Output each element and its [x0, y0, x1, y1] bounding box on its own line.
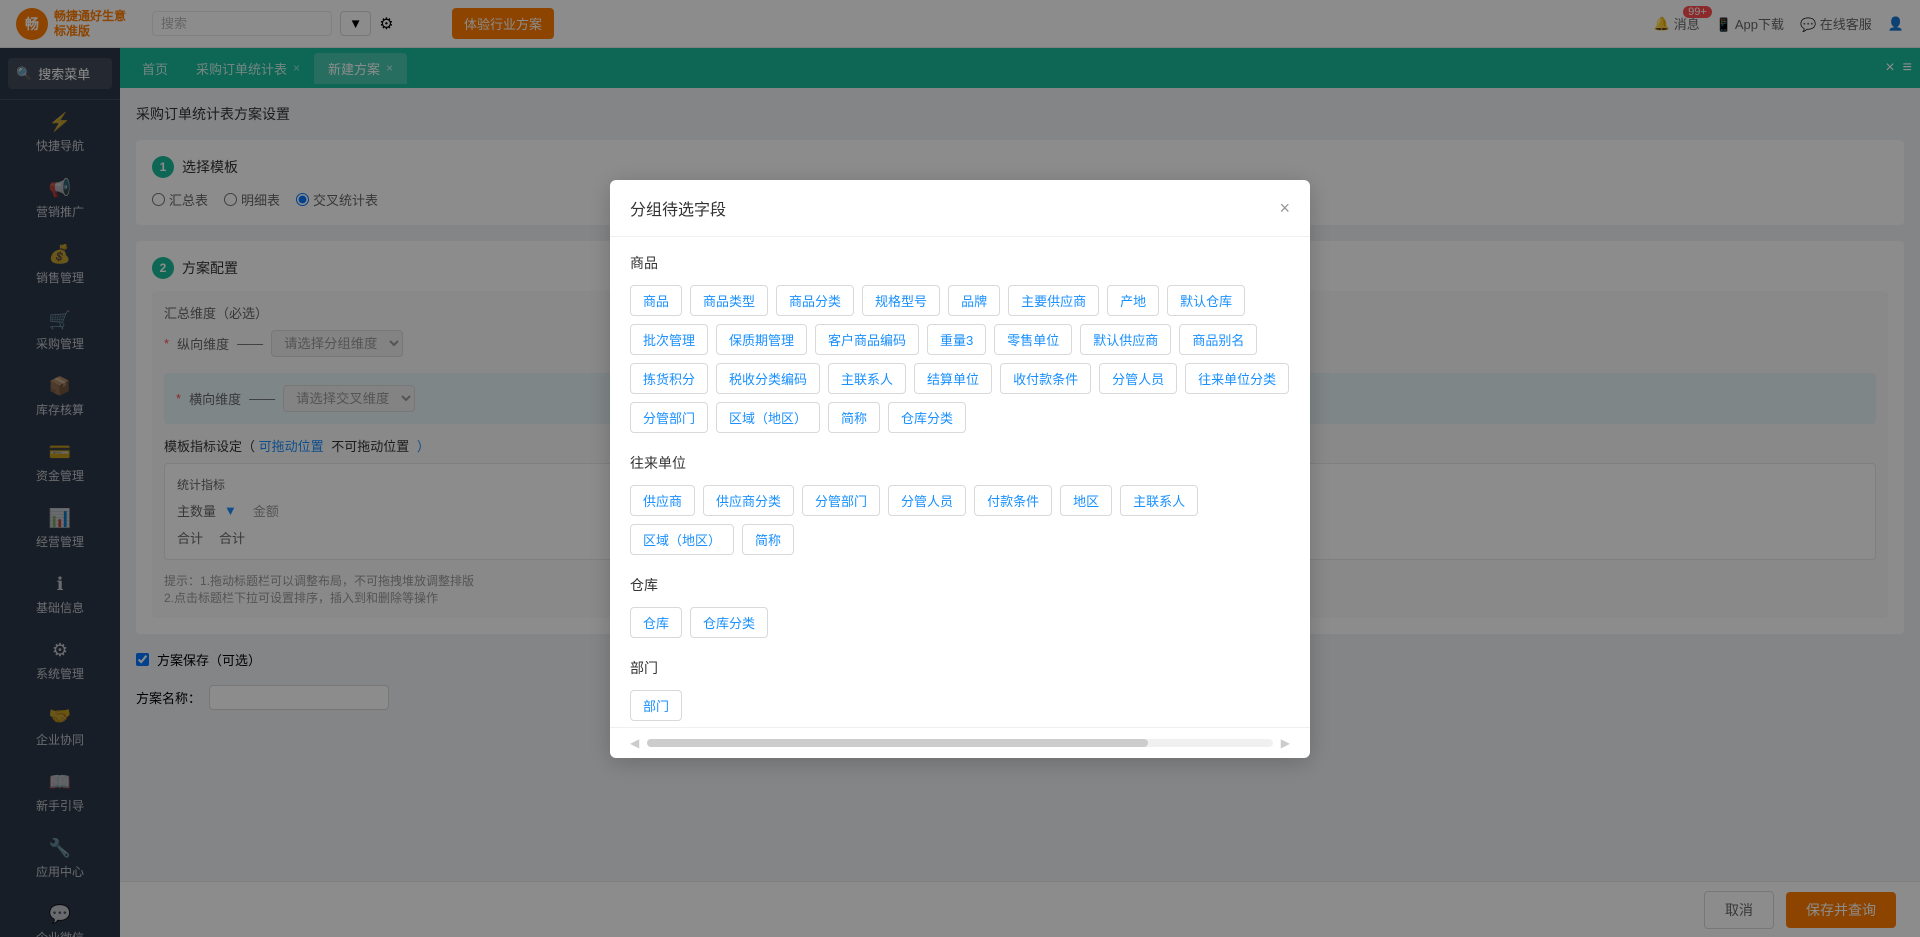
- field-tag[interactable]: 供应商分类: [703, 485, 794, 516]
- field-tag[interactable]: 地区: [1060, 485, 1112, 516]
- field-select-modal: 分组待选字段 × 商品 商品 商品类型 商品分类 规格型号 品牌 主要供应商 产…: [610, 180, 1310, 758]
- field-tag[interactable]: 商品分类: [776, 285, 854, 316]
- section-warehouse: 仓库 仓库 仓库分类: [630, 575, 1290, 638]
- field-tag[interactable]: 主联系人: [828, 363, 906, 394]
- field-tag[interactable]: 商品别名: [1179, 324, 1257, 355]
- field-tag[interactable]: 默认供应商: [1080, 324, 1171, 355]
- field-tag[interactable]: 付款条件: [974, 485, 1052, 516]
- modal-overlay: 分组待选字段 × 商品 商品 商品类型 商品分类 规格型号 品牌 主要供应商 产…: [0, 0, 1920, 937]
- field-tag[interactable]: 默认仓库: [1167, 285, 1245, 316]
- section-partner-title: 往来单位: [630, 453, 1290, 473]
- field-tag[interactable]: 批次管理: [630, 324, 708, 355]
- field-tag[interactable]: 收付款条件: [1000, 363, 1091, 394]
- field-tag[interactable]: 分管人员: [888, 485, 966, 516]
- section-warehouse-tags: 仓库 仓库分类: [630, 607, 1290, 638]
- field-tag[interactable]: 部门: [630, 690, 682, 721]
- field-tag[interactable]: 税收分类编码: [716, 363, 820, 394]
- field-tag[interactable]: 结算单位: [914, 363, 992, 394]
- field-tag[interactable]: 分管人员: [1099, 363, 1177, 394]
- section-warehouse-title: 仓库: [630, 575, 1290, 595]
- field-tag[interactable]: 产地: [1107, 285, 1159, 316]
- modal-title: 分组待选字段: [630, 196, 726, 220]
- field-tag[interactable]: 保质期管理: [716, 324, 807, 355]
- field-tag[interactable]: 商品类型: [690, 285, 768, 316]
- field-tag[interactable]: 简称: [742, 524, 794, 555]
- modal-close-btn[interactable]: ×: [1279, 199, 1290, 217]
- section-department-tags: 部门: [630, 690, 1290, 721]
- field-tag[interactable]: 分管部门: [802, 485, 880, 516]
- field-tag[interactable]: 往来单位分类: [1185, 363, 1289, 394]
- field-tag[interactable]: 重量3: [927, 324, 986, 355]
- h-scrollbar[interactable]: [647, 739, 1273, 747]
- field-tag[interactable]: 区域（地区）: [630, 524, 734, 555]
- field-tag[interactable]: 区域（地区）: [716, 402, 820, 433]
- section-product: 商品 商品 商品类型 商品分类 规格型号 品牌 主要供应商 产地 默认仓库 批次…: [630, 253, 1290, 433]
- section-partner: 往来单位 供应商 供应商分类 分管部门 分管人员 付款条件 地区 主联系人 区域…: [630, 453, 1290, 555]
- field-tag[interactable]: 拣货积分: [630, 363, 708, 394]
- section-partner-tags: 供应商 供应商分类 分管部门 分管人员 付款条件 地区 主联系人 区域（地区） …: [630, 485, 1290, 555]
- field-tag[interactable]: 仓库: [630, 607, 682, 638]
- section-product-title: 商品: [630, 253, 1290, 273]
- section-department: 部门 部门: [630, 658, 1290, 721]
- field-tag[interactable]: 简称: [828, 402, 880, 433]
- modal-scroll-container[interactable]: 商品 商品 商品类型 商品分类 规格型号 品牌 主要供应商 产地 默认仓库 批次…: [610, 237, 1310, 727]
- field-tag[interactable]: 品牌: [948, 285, 1000, 316]
- modal-footer-scrollbar[interactable]: ◀ ▶: [610, 727, 1310, 758]
- field-tag[interactable]: 零售单位: [994, 324, 1072, 355]
- field-tag[interactable]: 规格型号: [862, 285, 940, 316]
- h-scroll-right-arrow[interactable]: ▶: [1281, 736, 1290, 750]
- field-tag[interactable]: 分管部门: [630, 402, 708, 433]
- modal-header: 分组待选字段 ×: [610, 180, 1310, 237]
- field-tag[interactable]: 供应商: [630, 485, 695, 516]
- field-tag[interactable]: 主要供应商: [1008, 285, 1099, 316]
- h-scroll-left-arrow[interactable]: ◀: [630, 736, 639, 750]
- field-tag[interactable]: 客户商品编码: [815, 324, 919, 355]
- section-department-title: 部门: [630, 658, 1290, 678]
- field-tag[interactable]: 仓库分类: [888, 402, 966, 433]
- field-tag[interactable]: 仓库分类: [690, 607, 768, 638]
- field-tag[interactable]: 商品: [630, 285, 682, 316]
- h-scrollbar-thumb: [647, 739, 1147, 747]
- section-product-tags: 商品 商品类型 商品分类 规格型号 品牌 主要供应商 产地 默认仓库 批次管理 …: [630, 285, 1290, 433]
- field-tag[interactable]: 主联系人: [1120, 485, 1198, 516]
